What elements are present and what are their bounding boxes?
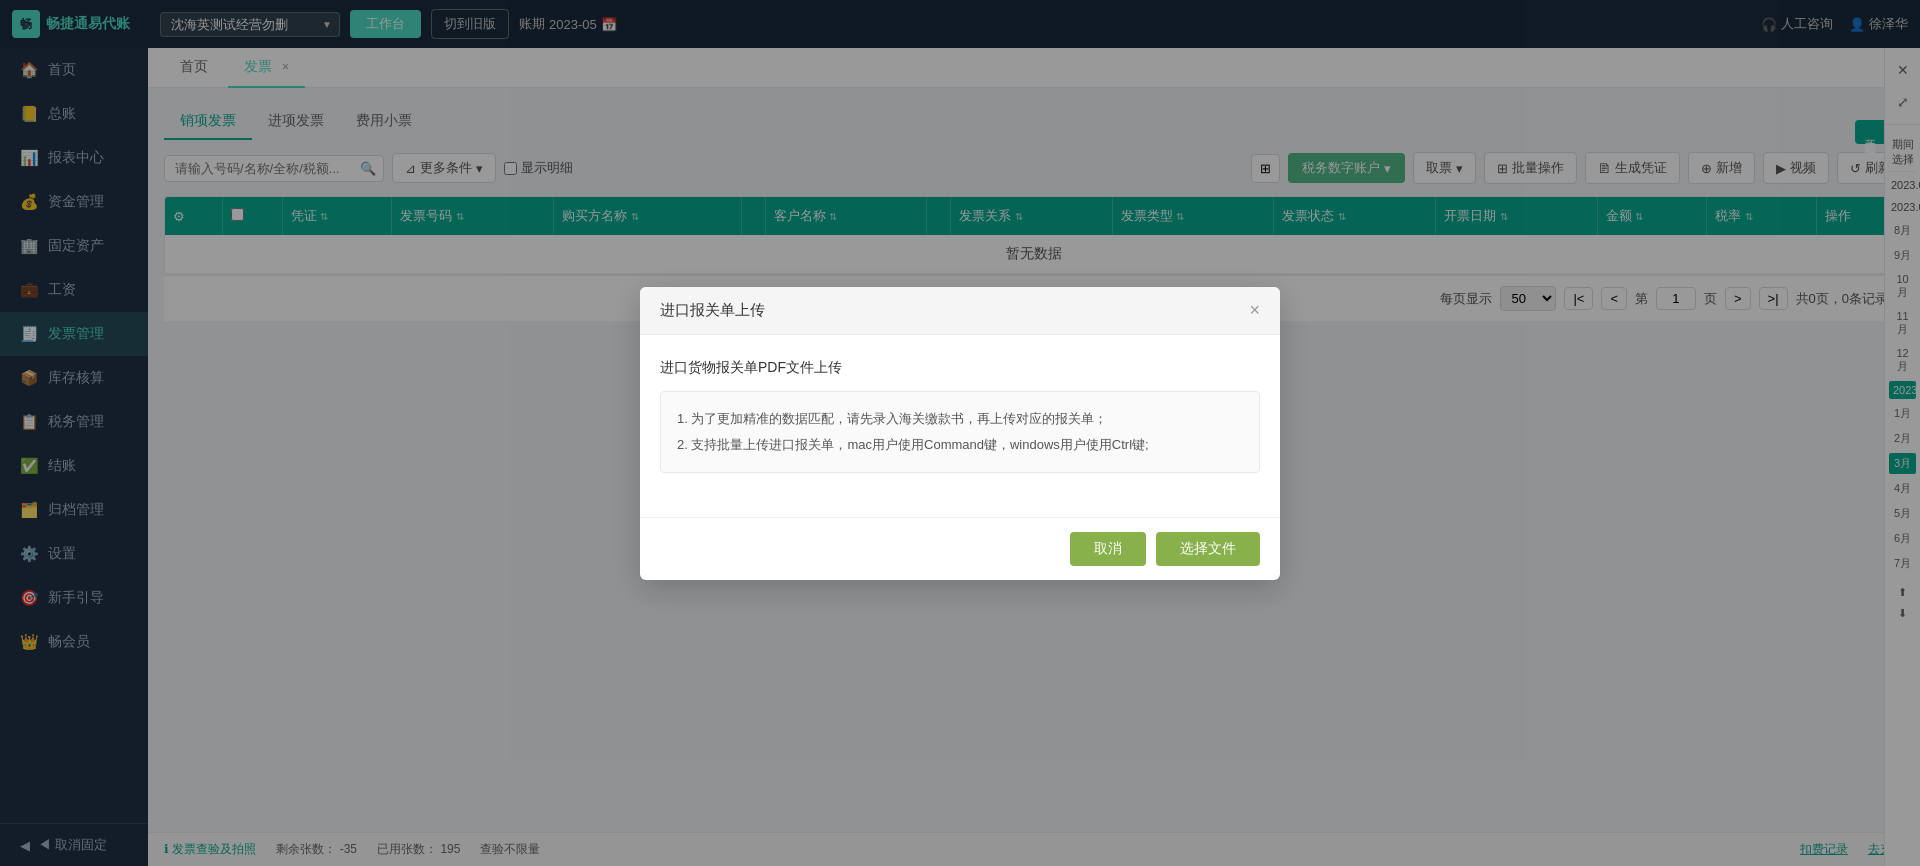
dialog-info-item-1: 1. 为了更加精准的数据匹配，请先录入海关缴款书，再上传对应的报关单；: [677, 406, 1243, 432]
dialog-footer: 取消 选择文件: [640, 517, 1280, 580]
dialog-info-box: 1. 为了更加精准的数据匹配，请先录入海关缴款书，再上传对应的报关单； 2. 支…: [660, 391, 1260, 473]
dialog-title: 进口报关单上传: [660, 301, 765, 320]
dialog-close-button[interactable]: ×: [1249, 301, 1260, 319]
dialog-section-title: 进口货物报关单PDF文件上传: [660, 359, 1260, 377]
dialog-body: 进口货物报关单PDF文件上传 1. 为了更加精准的数据匹配，请先录入海关缴款书，…: [640, 335, 1280, 517]
dialog-header: 进口报关单上传 ×: [640, 287, 1280, 335]
dialog-overlay: 进口报关单上传 × 进口货物报关单PDF文件上传 1. 为了更加精准的数据匹配，…: [0, 0, 1920, 866]
dialog-info-item-2: 2. 支持批量上传进口报关单，mac用户使用Command键，windows用户…: [677, 432, 1243, 458]
dialog-select-file-button[interactable]: 选择文件: [1156, 532, 1260, 566]
dialog-cancel-button[interactable]: 取消: [1070, 532, 1146, 566]
import-customs-dialog: 进口报关单上传 × 进口货物报关单PDF文件上传 1. 为了更加精准的数据匹配，…: [640, 287, 1280, 580]
